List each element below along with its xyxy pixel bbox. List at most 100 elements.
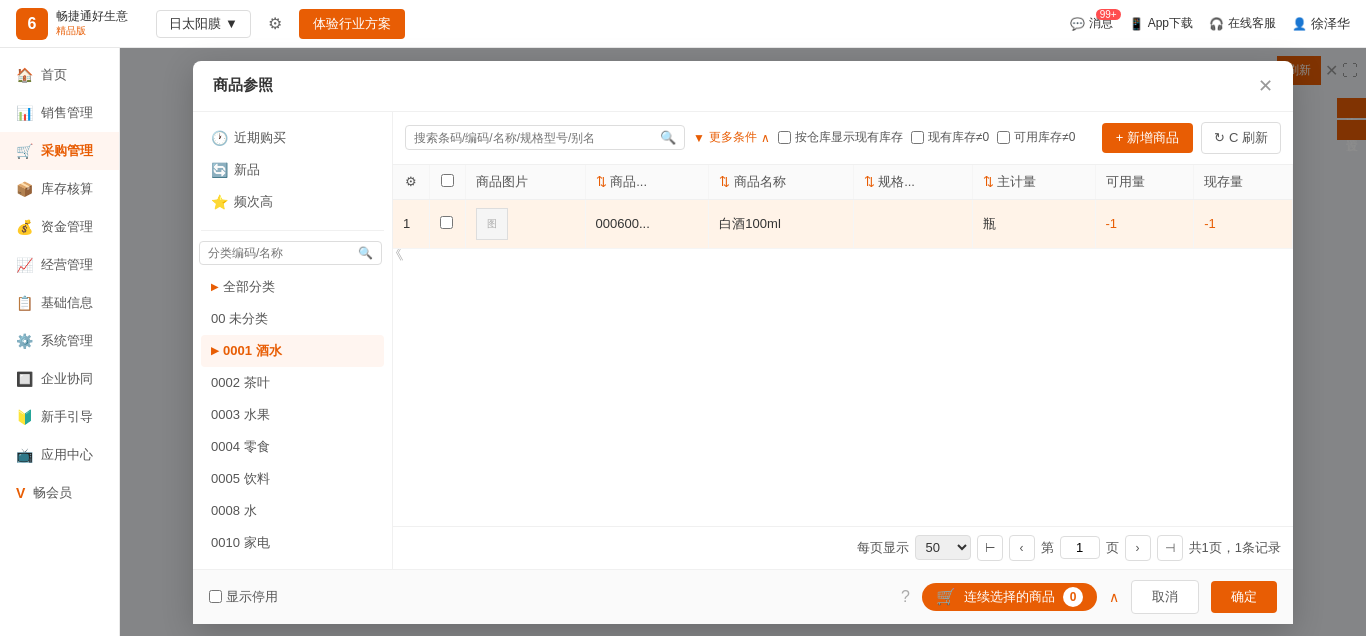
cart-icon: 🛒 [936, 587, 956, 606]
enterprise-icon: 🔲 [16, 371, 33, 387]
page-number-input[interactable] [1060, 536, 1100, 559]
app-download-button[interactable]: 📱 App下载 [1129, 15, 1193, 32]
footer-left: 显示停用 [209, 588, 278, 606]
phone-icon: 📱 [1129, 17, 1144, 31]
sidebar-item-operations[interactable]: 📈 经营管理 [0, 246, 119, 284]
sort-name-icon: ⇅ [719, 174, 730, 189]
avatar: 👤 [1292, 17, 1307, 31]
category-item-uncategorized[interactable]: 00 未分类 [201, 303, 384, 335]
tab-high-frequency[interactable]: ⭐ 频次高 [201, 186, 384, 218]
category-item-drinks[interactable]: 0005 饮料 [201, 463, 384, 495]
store-dropdown[interactable]: 日太阳膜 ▼ [156, 10, 251, 38]
messages-button[interactable]: 💬 消息 99+ [1070, 15, 1113, 32]
online-service-button[interactable]: 🎧 在线客服 [1209, 15, 1276, 32]
help-icon[interactable]: ? [901, 588, 910, 606]
modal-close-button[interactable]: ✕ [1258, 75, 1273, 97]
page-first-button[interactable]: ⊢ [977, 535, 1003, 561]
sidebar-item-system[interactable]: ⚙️ 系统管理 [0, 322, 119, 360]
row-checkbox[interactable] [440, 216, 453, 229]
trial-button[interactable]: 体验行业方案 [299, 9, 405, 39]
select-all-checkbox[interactable] [441, 174, 454, 187]
recent-icon: 🕐 [211, 130, 228, 146]
refresh-button[interactable]: ↻ C 刷新 [1201, 122, 1281, 154]
main-layout: 🏠 首页 📊 销售管理 🛒 采购管理 📦 库存核算 💰 资金管理 📈 经营管理 … [0, 48, 1366, 636]
nav-right: 💬 消息 99+ 📱 App下载 🎧 在线客服 👤 徐泽华 [1070, 15, 1350, 33]
stock-nonzero-checkbox[interactable] [911, 131, 924, 144]
sales-icon: 📊 [16, 105, 33, 121]
category-item-appliance[interactable]: 0010 家电 [201, 527, 384, 559]
checkbox-warehouse[interactable]: 按仓库显示现有库存 [778, 129, 903, 146]
home-icon: 🏠 [16, 67, 33, 83]
th-checkbox[interactable] [429, 165, 465, 200]
td-code: 000600... [585, 199, 709, 248]
category-search-box[interactable]: 🔍 [199, 241, 382, 265]
cancel-button[interactable]: 取消 [1131, 580, 1199, 614]
page-next-button[interactable]: › [1125, 535, 1151, 561]
modal-right-panel: 🔍 ▼ 更多条件 ∧ 按仓库显示现有库存 [393, 112, 1293, 569]
modal-left-panel: 🕐 近期购买 🔄 新品 ⭐ 频次高 [193, 112, 393, 569]
category-item-water[interactable]: 0008 水 [201, 495, 384, 527]
filter-arrow-icon: ∧ [761, 131, 770, 145]
tab-recent-purchase[interactable]: 🕐 近期购买 [201, 122, 384, 154]
cart-area[interactable]: 🛒 连续选择的商品 0 [922, 583, 1097, 611]
category-item-snacks[interactable]: 0004 零食 [201, 431, 384, 463]
basicinfo-icon: 📋 [16, 295, 33, 311]
checkbox-stock-nonzero[interactable]: 现有库存≠0 [911, 129, 989, 146]
sidebar-item-purchase[interactable]: 🛒 采购管理 [0, 132, 119, 170]
finance-icon: 💰 [16, 219, 33, 235]
sidebar-item-enterprise[interactable]: 🔲 企业协同 [0, 360, 119, 398]
filter-icon: ▼ [693, 131, 705, 145]
sidebar-item-sales[interactable]: 📊 销售管理 [0, 94, 119, 132]
category-item-tea[interactable]: 0002 茶叶 [201, 367, 384, 399]
page-prev-button[interactable]: ‹ [1009, 535, 1035, 561]
per-page-select[interactable]: 50 100 200 [915, 535, 971, 560]
disabled-checkbox[interactable] [209, 590, 222, 603]
table-row[interactable]: 1 图 000600... 白酒100ml 瓶 [393, 199, 1293, 248]
add-product-button[interactable]: + 新增商品 [1102, 123, 1193, 153]
modal-body: 🕐 近期购买 🔄 新品 ⭐ 频次高 [193, 112, 1293, 569]
category-item-fruit[interactable]: 0003 水果 [201, 399, 384, 431]
category-search-input[interactable] [208, 246, 358, 260]
category-item-liquor[interactable]: ▶ 0001 酒水 [201, 335, 384, 367]
available-nonzero-checkbox[interactable] [997, 131, 1010, 144]
sort-unit-icon: ⇅ [983, 174, 994, 189]
confirm-button[interactable]: 确定 [1211, 581, 1277, 613]
product-image: 图 [476, 208, 508, 240]
settings-icon[interactable]: ⚙ [259, 8, 291, 40]
td-checkbox[interactable] [429, 199, 465, 248]
user-avatar[interactable]: 👤 徐泽华 [1292, 15, 1350, 33]
modal-toolbar: 🔍 ▼ 更多条件 ∧ 按仓库显示现有库存 [393, 112, 1293, 165]
th-spec[interactable]: ⇅ 规格... [853, 165, 972, 200]
sidebar-item-home[interactable]: 🏠 首页 [0, 56, 119, 94]
new-icon: 🔄 [211, 162, 228, 178]
th-unit[interactable]: ⇅ 主计量 [972, 165, 1095, 200]
filter-button[interactable]: ▼ 更多条件 ∧ [693, 129, 770, 146]
category-search-icon: 🔍 [358, 246, 373, 260]
arrow-icon-liquor: ▶ [211, 345, 219, 356]
cart-collapse-icon[interactable]: ∧ [1109, 589, 1119, 605]
sidebar-item-inventory[interactable]: 📦 库存核算 [0, 170, 119, 208]
member-icon: V [16, 485, 25, 501]
sidebar-item-basic-info[interactable]: 📋 基础信息 [0, 284, 119, 322]
sidebar-item-app[interactable]: 📺 应用中心 [0, 436, 119, 474]
checkbox-available-nonzero[interactable]: 可用库存≠0 [997, 129, 1075, 146]
product-search-input[interactable] [414, 131, 660, 145]
td-index: 1 [393, 199, 429, 248]
page-last-button[interactable]: ⊣ [1157, 535, 1183, 561]
table-header-row: ⚙ 商品图片 ⇅ 商品... ⇅ [393, 165, 1293, 200]
tab-new-product[interactable]: 🔄 新品 [201, 154, 384, 186]
product-table-wrap: ⚙ 商品图片 ⇅ 商品... ⇅ [393, 165, 1293, 526]
th-settings[interactable]: ⚙ [393, 165, 429, 200]
category-item-all[interactable]: ▶ 全部分类 [201, 271, 384, 303]
warehouse-checkbox[interactable] [778, 131, 791, 144]
sidebar-item-guide[interactable]: 🔰 新手引导 [0, 398, 119, 436]
sort-spec-icon: ⇅ [864, 174, 875, 189]
footer-right: ? 🛒 连续选择的商品 0 ∧ 取消 确定 [901, 580, 1277, 614]
sidebar-item-finance[interactable]: 💰 资金管理 [0, 208, 119, 246]
th-name[interactable]: ⇅ 商品名称 [709, 165, 853, 200]
th-code[interactable]: ⇅ 商品... [585, 165, 709, 200]
product-search-box[interactable]: 🔍 [405, 125, 685, 150]
sidebar-item-member[interactable]: V 畅会员 [0, 474, 119, 512]
show-disabled-checkbox[interactable]: 显示停用 [209, 588, 278, 606]
divider [201, 230, 384, 231]
